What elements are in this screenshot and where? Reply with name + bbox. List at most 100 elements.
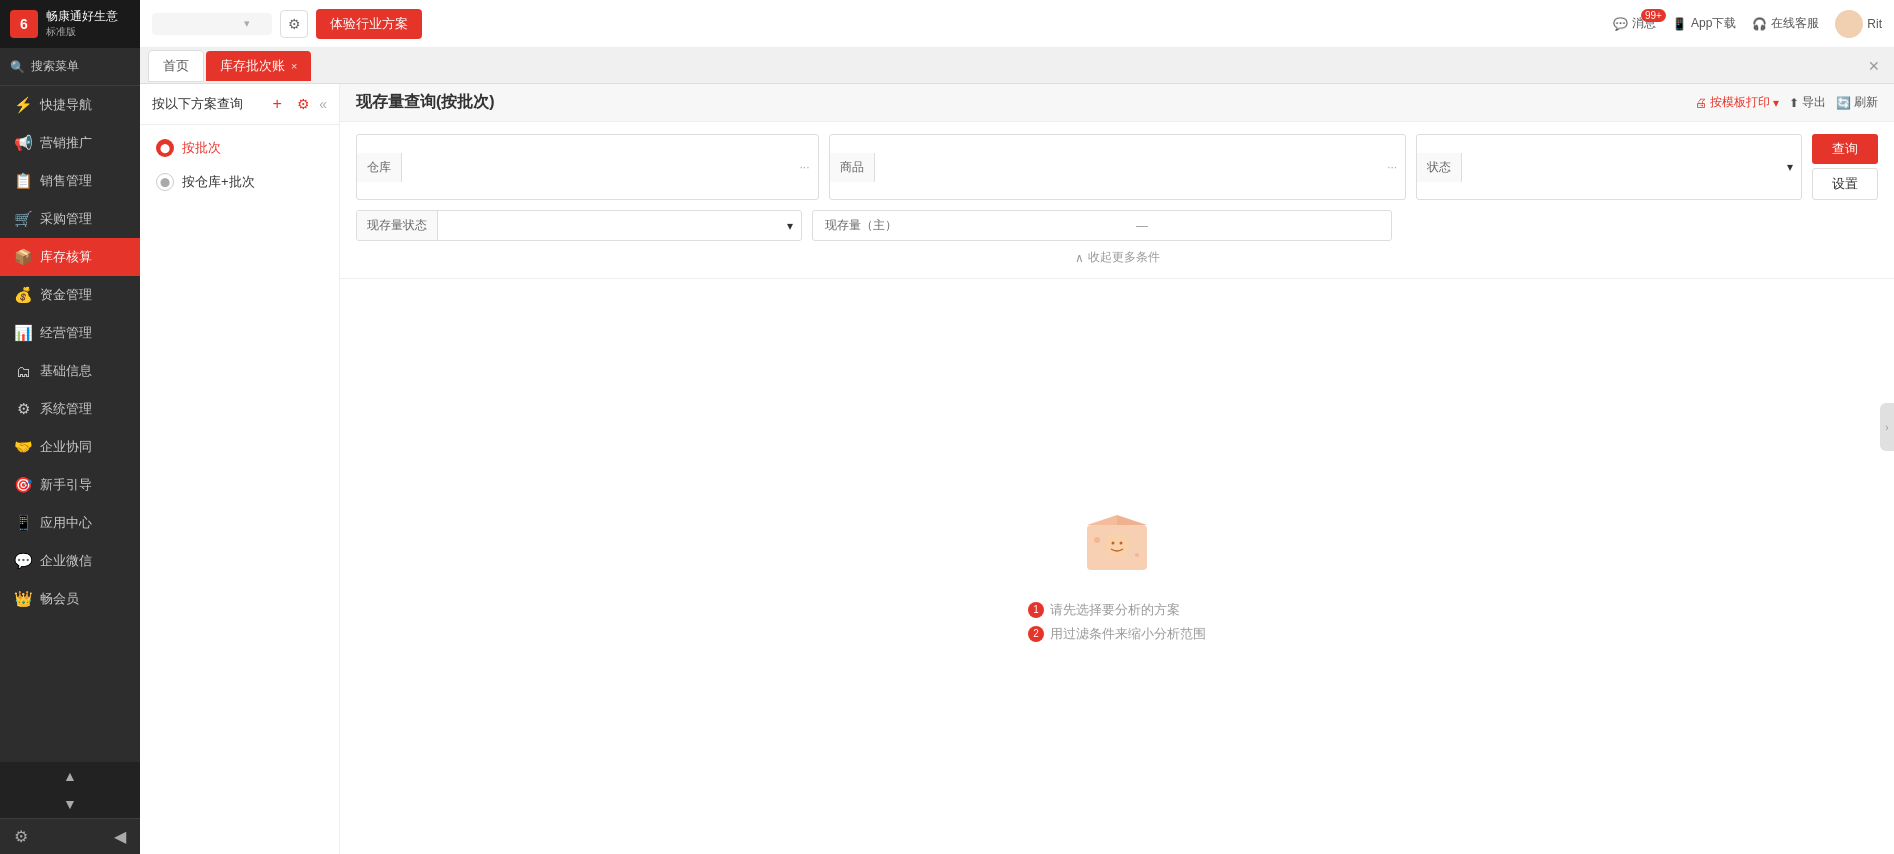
panel-collapse-icon[interactable]: « xyxy=(319,96,327,112)
newbie-icon: 🎯 xyxy=(14,476,32,494)
message-item[interactable]: 💬 消息 99+ xyxy=(1613,15,1656,32)
print-chevron-icon[interactable]: ▾ xyxy=(1773,96,1779,110)
svg-point-4 xyxy=(1094,537,1100,543)
topbar-chevron-icon[interactable]: ▾ xyxy=(244,17,250,30)
basic-icon: 🗂 xyxy=(14,362,32,380)
quantity-from-input[interactable] xyxy=(905,219,1128,233)
user-name-label: Rit xyxy=(1867,17,1882,31)
warehouse-filter: 仓库 ··· xyxy=(356,134,819,200)
app-download-label: App下载 xyxy=(1691,15,1736,32)
topbar-gear-button[interactable]: ⚙ xyxy=(280,10,308,38)
plan-item-by-warehouse-batch[interactable]: ⬤ 按仓库+批次 xyxy=(140,165,339,199)
tab-inventory-batch[interactable]: 库存批次账 × xyxy=(206,51,311,81)
refresh-label: 刷新 xyxy=(1854,94,1878,111)
refresh-button[interactable]: 🔄 刷新 xyxy=(1836,94,1878,111)
tab-panel-close-button[interactable]: ✕ xyxy=(1862,54,1886,78)
quantity-filter: 现存量（主） — xyxy=(812,210,1393,241)
sidebar-item-marketing[interactable]: 📢 营销推广 xyxy=(0,124,140,162)
empty-hint-1-text: 请先选择要分析的方案 xyxy=(1050,601,1180,619)
status-label: 状态 xyxy=(1417,153,1462,182)
message-badge: 99+ xyxy=(1641,9,1666,22)
sidebar-item-quick-nav[interactable]: ⚡ 快捷导航 xyxy=(0,86,140,124)
content-area: 按以下方案查询 + ⚙ « ⬤ 按批次 ⬤ 按 xyxy=(140,84,1894,854)
plan-item-by-batch[interactable]: ⬤ 按批次 xyxy=(140,131,339,165)
sidebar-item-newbie[interactable]: 🎯 新手引导 xyxy=(0,466,140,504)
topbar-search-input[interactable] xyxy=(160,17,240,31)
collapse-filter-label: 收起更多条件 xyxy=(1088,249,1160,266)
warehouse-label: 仓库 xyxy=(357,153,402,182)
export-button[interactable]: ⬆ 导出 xyxy=(1789,94,1826,111)
user-avatar-item[interactable]: Rit xyxy=(1835,10,1882,38)
app-center-icon: 📱 xyxy=(14,514,32,532)
app-title: 畅康通好生意 xyxy=(46,9,118,25)
sidebar-item-system[interactable]: ⚙ 系统管理 xyxy=(0,390,140,428)
message-icon: 💬 xyxy=(1613,17,1628,31)
tab-active-label: 库存批次账 xyxy=(220,57,285,75)
sidebar-item-finance[interactable]: 💰 资金管理 xyxy=(0,276,140,314)
sidebar-settings-icon[interactable]: ⚙ xyxy=(14,827,28,846)
filter-area: 仓库 ··· 商品 ··· 状态 ▾ xyxy=(340,122,1894,279)
avatar xyxy=(1835,10,1863,38)
sidebar-item-app-center[interactable]: 📱 应用中心 xyxy=(0,504,140,542)
trial-industry-button[interactable]: 体验行业方案 xyxy=(316,9,422,39)
app-logo: 6 xyxy=(10,10,38,38)
sidebar-item-member[interactable]: 👑 畅会员 xyxy=(0,580,140,618)
enterprise-icon: 🤝 xyxy=(14,438,32,456)
sidebar-nav: ⚡ 快捷导航 📢 营销推广 📋 销售管理 🛒 采购管理 📦 库存核算 💰 资金管… xyxy=(0,86,140,762)
left-panel-header: 按以下方案查询 + ⚙ « xyxy=(140,84,339,125)
sidebar-scroll-down[interactable]: ▼ xyxy=(0,790,140,818)
sidebar-item-enterprise-wechat[interactable]: 💬 企业微信 xyxy=(0,542,140,580)
app-subtitle: 标准版 xyxy=(46,25,118,39)
add-plan-icon[interactable]: + xyxy=(267,94,287,114)
tabs-bar: 首页 库存批次账 × ✕ xyxy=(140,48,1894,84)
warehouse-input[interactable] xyxy=(402,154,792,180)
empty-hint-item-1: 1 请先选择要分析的方案 xyxy=(1028,601,1206,619)
left-panel-title: 按以下方案查询 xyxy=(152,95,243,113)
warehouse-dots-btn[interactable]: ··· xyxy=(792,154,818,180)
product-input[interactable] xyxy=(875,154,1380,180)
phone-icon: 📱 xyxy=(1672,17,1687,31)
sidebar-item-sales[interactable]: 📋 销售管理 xyxy=(0,162,140,200)
tab-home[interactable]: 首页 xyxy=(148,50,204,82)
topbar: ▾ ⚙ 体验行业方案 💬 消息 99+ 📱 App下载 🎧 在线客服 xyxy=(140,0,1894,48)
plan-by-warehouse-batch-label: 按仓库+批次 xyxy=(182,173,255,191)
plan-inactive-icon: ⬤ xyxy=(156,173,174,191)
left-panel: 按以下方案查询 + ⚙ « ⬤ 按批次 ⬤ 按 xyxy=(140,84,340,854)
sidebar-collapse-icon[interactable]: ◀ xyxy=(114,827,126,846)
right-collapse-handle[interactable]: › xyxy=(1880,403,1894,451)
collapse-filter-button[interactable]: ∧ 收起更多条件 xyxy=(1075,249,1160,266)
topbar-right: 💬 消息 99+ 📱 App下载 🎧 在线客服 Rit xyxy=(1613,10,1882,38)
empty-hint-list: 1 请先选择要分析的方案 2 用过滤条件来缩小分析范围 xyxy=(1028,601,1206,649)
query-button[interactable]: 查询 xyxy=(1812,134,1878,164)
sidebar-scroll-up[interactable]: ▲ xyxy=(0,762,140,790)
empty-illustration xyxy=(1067,485,1167,585)
svg-point-5 xyxy=(1135,553,1139,557)
status-select-btn[interactable]: ▾ xyxy=(1462,154,1801,180)
online-service-label: 在线客服 xyxy=(1771,15,1819,32)
sidebar-item-operation[interactable]: 📊 经营管理 xyxy=(0,314,140,352)
quantity-dash-separator: — xyxy=(1136,219,1148,233)
product-dots-btn[interactable]: ··· xyxy=(1379,154,1405,180)
right-panel: 现存量查询(按批次) 🖨 按模板打印 ▾ ⬆ 导出 🔄 刷新 xyxy=(340,84,1894,854)
quantity-to-input[interactable] xyxy=(1156,219,1379,233)
tab-close-icon[interactable]: × xyxy=(291,60,297,72)
sidebar-item-purchase[interactable]: 🛒 采购管理 xyxy=(0,200,140,238)
sidebar-item-basic[interactable]: 🗂 基础信息 xyxy=(0,352,140,390)
product-filter: 商品 ··· xyxy=(829,134,1407,200)
collapse-filter-row: ∧ 收起更多条件 xyxy=(356,249,1878,266)
headset-icon: 🎧 xyxy=(1752,17,1767,31)
search-input-area: ▾ xyxy=(152,13,272,35)
search-menu-btn[interactable]: 🔍 搜索菜单 xyxy=(10,54,130,79)
print-button[interactable]: 🖨 按模板打印 ▾ xyxy=(1695,94,1779,111)
sidebar-item-enterprise[interactable]: 🤝 企业协同 xyxy=(0,428,140,466)
plan-list: ⬤ 按批次 ⬤ 按仓库+批次 xyxy=(140,125,339,205)
sidebar-item-inventory[interactable]: 📦 库存核算 xyxy=(0,238,140,276)
plan-settings-icon[interactable]: ⚙ xyxy=(293,94,313,114)
plan-by-batch-label: 按批次 xyxy=(182,139,221,157)
app-download-item[interactable]: 📱 App下载 xyxy=(1672,15,1736,32)
online-service-item[interactable]: 🎧 在线客服 xyxy=(1752,15,1819,32)
settings-button[interactable]: 设置 xyxy=(1812,168,1878,200)
inventory-status-select-btn[interactable]: ▾ xyxy=(438,213,801,239)
marketing-icon: 📢 xyxy=(14,134,32,152)
inventory-status-filter: 现存量状态 ▾ xyxy=(356,210,802,241)
